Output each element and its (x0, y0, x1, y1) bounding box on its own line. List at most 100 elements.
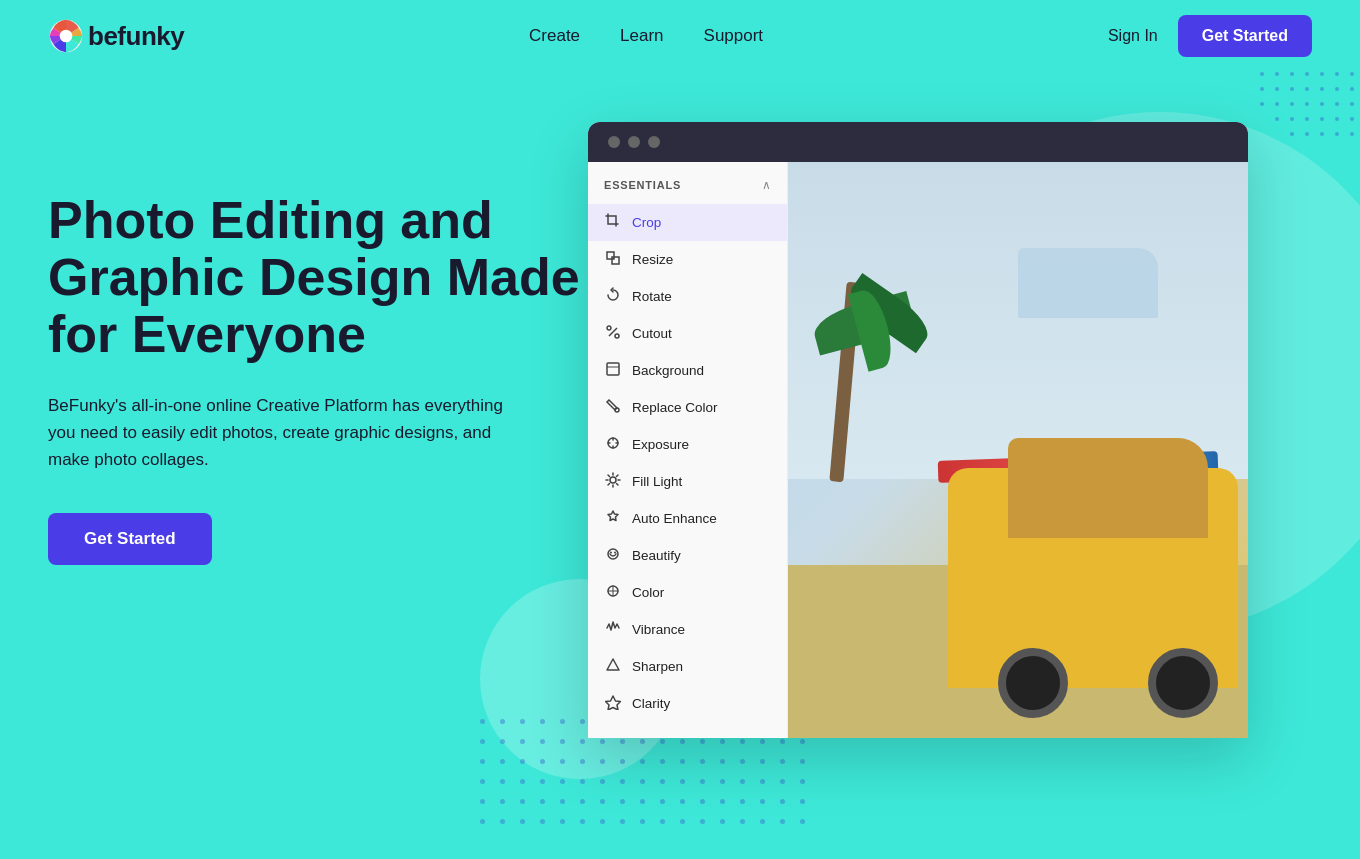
svg-rect-77 (660, 759, 665, 764)
svg-rect-73 (580, 759, 585, 764)
svg-rect-86 (500, 779, 505, 784)
hero-section: // Will be rendered via inline pattern (0, 72, 1360, 859)
svg-rect-104 (520, 799, 525, 804)
nav-learn[interactable]: Learn (620, 26, 663, 46)
exposure-icon (604, 435, 622, 454)
sidebar-item-auto-enhance[interactable]: Auto Enhance (588, 500, 787, 537)
car-roof (1008, 438, 1208, 538)
sidebar-item-exposure[interactable]: Exposure (588, 426, 787, 463)
svg-rect-110 (640, 799, 645, 804)
svg-point-141 (610, 477, 616, 483)
svg-rect-36 (520, 719, 525, 724)
svg-rect-92 (620, 779, 625, 784)
car-window (1018, 248, 1158, 318)
svg-rect-35 (500, 719, 505, 724)
sidebar-item-label-exposure: Exposure (632, 437, 689, 452)
sidebar-item-label-auto-enhance: Auto Enhance (632, 511, 717, 526)
sidebar-item-crop[interactable]: Crop (588, 204, 787, 241)
window-body: ESSENTIALS ∧ Crop Resize Rotate Cutout Backg… (588, 162, 1248, 738)
sidebar-item-background[interactable]: Background (588, 352, 787, 389)
svg-rect-34 (480, 719, 485, 724)
svg-rect-93 (640, 779, 645, 784)
car-wheel-right (1148, 648, 1218, 718)
svg-rect-52 (500, 739, 505, 744)
get-started-hero-button[interactable]: Get Started (48, 513, 212, 565)
sidebar-item-label-fill-light: Fill Light (632, 474, 682, 489)
hero-left: Photo Editing and Graphic Design Made fo… (48, 132, 608, 565)
svg-rect-136 (607, 252, 614, 259)
svg-rect-13 (1320, 87, 1324, 91)
svg-rect-9 (1260, 87, 1264, 91)
svg-rect-21 (1335, 102, 1339, 106)
sidebar-item-color[interactable]: Color (588, 574, 787, 611)
nav-support[interactable]: Support (704, 26, 764, 46)
svg-rect-28 (1350, 117, 1354, 121)
svg-rect-112 (680, 799, 685, 804)
sidebar-panel: ESSENTIALS ∧ Crop Resize Rotate Cutout Backg… (588, 162, 788, 738)
sidebar-item-label-resize: Resize (632, 252, 673, 267)
svg-rect-91 (600, 779, 605, 784)
svg-rect-78 (680, 759, 685, 764)
app-window: ESSENTIALS ∧ Crop Resize Rotate Cutout Backg… (588, 122, 1248, 738)
svg-rect-76 (640, 759, 645, 764)
svg-rect-58 (620, 739, 625, 744)
svg-rect-53 (520, 739, 525, 744)
svg-rect-131 (720, 819, 725, 824)
svg-rect-107 (580, 799, 585, 804)
sidebar-item-replace-color[interactable]: Replace Color (588, 389, 787, 426)
svg-rect-100 (780, 779, 785, 784)
svg-rect-60 (660, 739, 665, 744)
hero-title: Photo Editing and Graphic Design Made fo… (48, 192, 608, 364)
crop-icon (604, 213, 622, 232)
svg-rect-79 (700, 759, 705, 764)
sharpen-icon (604, 657, 622, 676)
svg-rect-127 (640, 819, 645, 824)
svg-rect-113 (700, 799, 705, 804)
sidebar-item-cutout[interactable]: Cutout (588, 315, 787, 352)
svg-rect-18 (1290, 102, 1294, 106)
fill-light-icon (604, 472, 622, 491)
sidebar-item-vibrance[interactable]: Vibrance (588, 611, 787, 648)
get-started-nav-button[interactable]: Get Started (1178, 15, 1312, 57)
cutout-icon (604, 324, 622, 343)
svg-rect-82 (760, 759, 765, 764)
svg-rect-95 (680, 779, 685, 784)
svg-rect-22 (1350, 102, 1354, 106)
sign-in-button[interactable]: Sign In (1108, 27, 1158, 45)
logo-text: befunky (88, 21, 184, 52)
svg-rect-55 (560, 739, 565, 744)
sidebar-item-label-cutout: Cutout (632, 326, 672, 341)
svg-rect-116 (760, 799, 765, 804)
rotate-icon (604, 287, 622, 306)
sidebar-item-fill-light[interactable]: Fill Light (588, 463, 787, 500)
sidebar-item-sharpen[interactable]: Sharpen (588, 648, 787, 685)
sidebar-item-beautify[interactable]: Beautify (588, 537, 787, 574)
svg-rect-124 (580, 819, 585, 824)
sidebar-item-rotate[interactable]: Rotate (588, 278, 787, 315)
sidebar-section-title: ESSENTIALS (604, 179, 681, 191)
nav-create[interactable]: Create (529, 26, 580, 46)
hero-right: ESSENTIALS ∧ Crop Resize Rotate Cutout Backg… (588, 122, 1312, 738)
svg-rect-23 (1275, 117, 1279, 121)
chevron-icon: ∧ (762, 178, 771, 192)
svg-rect-20 (1320, 102, 1324, 106)
svg-rect-54 (540, 739, 545, 744)
car-wheel-left (998, 648, 1068, 718)
svg-rect-121 (520, 819, 525, 824)
svg-rect-68 (480, 759, 485, 764)
sidebar-item-clarity[interactable]: Clarity (588, 685, 787, 722)
window-dot-3 (648, 136, 660, 148)
sidebar-item-label-rotate: Rotate (632, 289, 672, 304)
background-icon (604, 361, 622, 380)
svg-rect-56 (580, 739, 585, 744)
photo-area (788, 162, 1248, 738)
svg-rect-32 (1335, 132, 1339, 136)
window-titlebar (588, 122, 1248, 162)
hero-subtitle: BeFunky's all-in-one online Creative Pla… (48, 392, 528, 474)
svg-rect-114 (720, 799, 725, 804)
sidebar-item-resize[interactable]: Resize (588, 241, 787, 278)
logo[interactable]: befunky (48, 18, 184, 54)
svg-rect-24 (1290, 117, 1294, 121)
sidebar-item-label-sharpen: Sharpen (632, 659, 683, 674)
svg-rect-69 (500, 759, 505, 764)
